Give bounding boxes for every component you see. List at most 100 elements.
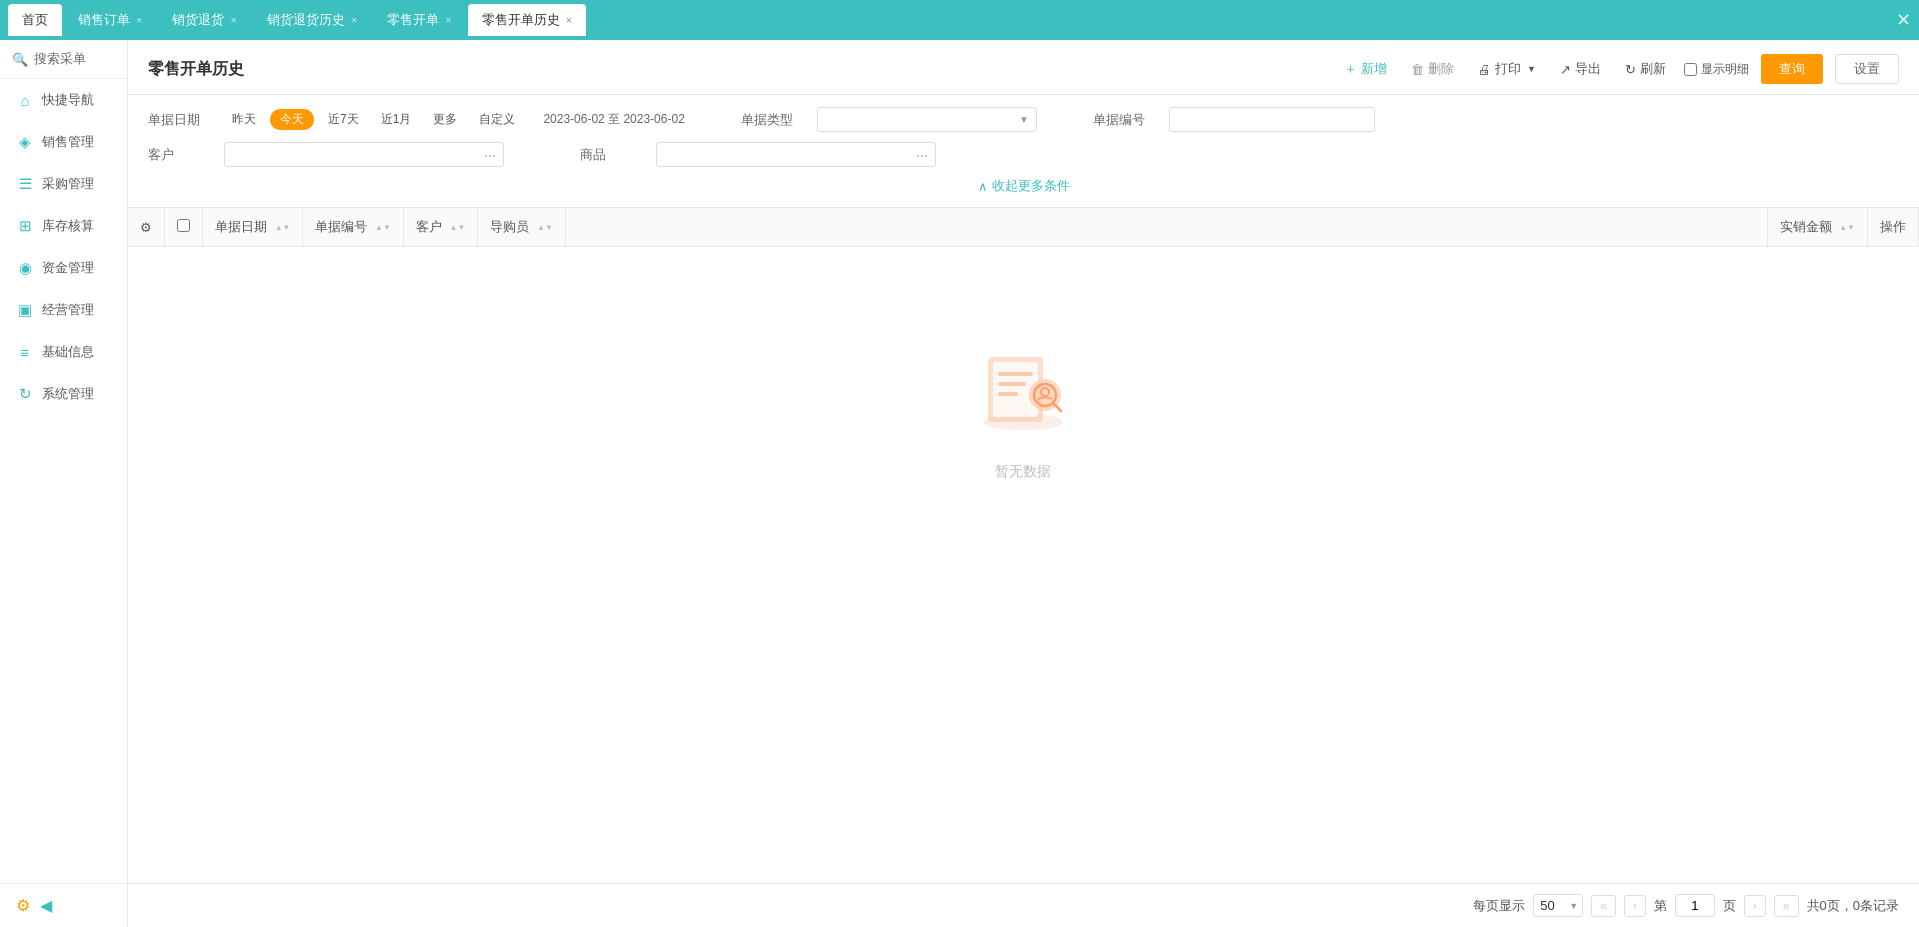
th-amount-sort-icon[interactable]: ▲▼ xyxy=(1839,223,1855,232)
th-customer-sort-icon[interactable]: ▲▼ xyxy=(450,223,466,232)
toolbar-actions: ＋ 新增 🗑 删除 🖨 打印 ▼ ↗ 导出 ↻ 刷新 xyxy=(1338,54,1899,84)
add-button[interactable]: ＋ 新增 xyxy=(1338,56,1393,82)
tab-retail-open-history-close[interactable]: × xyxy=(566,14,572,26)
display-detail-checkbox-label[interactable]: 显示明细 xyxy=(1684,61,1749,78)
sidebar-search[interactable]: 🔍 搜索采单 xyxy=(0,40,127,79)
th-guide-sort-icon[interactable]: ▲▼ xyxy=(537,223,553,232)
date-option-yesterday[interactable]: 昨天 xyxy=(224,109,264,130)
display-detail-checkbox[interactable] xyxy=(1684,63,1697,76)
tab-sales-return-label: 销货退货 xyxy=(172,11,224,29)
data-table: ⚙ 单据日期 ▲▼ 单据编号 ▲▼ 客户 xyxy=(128,208,1919,561)
filter-date-options: 昨天 今天 近7天 近1月 更多 自定义 xyxy=(224,109,523,130)
th-date-sort-icon[interactable]: ▲▼ xyxy=(275,223,291,232)
refresh-icon: ↻ xyxy=(1625,62,1636,77)
add-icon: ＋ xyxy=(1344,60,1357,78)
sidebar-search-label: 搜索采单 xyxy=(34,50,86,68)
sidebar: 🔍 搜索采单 ⌂ 快捷导航 ◈ 销售管理 ☰ 采购管理 ⊞ 库存核算 ◉ 资金管… xyxy=(0,40,128,927)
per-page-select[interactable]: 50 10 20 100 xyxy=(1533,894,1583,917)
sidebar-item-finance[interactable]: ◉ 资金管理 xyxy=(0,247,127,289)
type-select[interactable] xyxy=(817,107,1037,132)
sidebar-item-sales-mgmt[interactable]: ◈ 销售管理 xyxy=(0,121,127,163)
collapse-filter-button[interactable]: ∧ 收起更多条件 xyxy=(978,177,1070,195)
sidebar-item-basic-info[interactable]: ≡ 基础信息 xyxy=(0,331,127,373)
date-option-custom[interactable]: 自定义 xyxy=(471,109,523,130)
th-guide-label: 导购员 xyxy=(490,219,529,234)
export-icon: ↗ xyxy=(1560,62,1571,77)
print-button[interactable]: 🖨 打印 ▼ xyxy=(1472,56,1542,82)
basic-info-icon: ≡ xyxy=(16,344,34,361)
tab-home[interactable]: 首页 xyxy=(8,4,62,36)
first-page-button[interactable]: « xyxy=(1591,895,1616,917)
sidebar-item-inventory-label: 库存核算 xyxy=(42,217,94,235)
sidebar-item-purchase-mgmt[interactable]: ☰ 采购管理 xyxy=(0,163,127,205)
th-number-label: 单据编号 xyxy=(315,219,367,234)
page-input[interactable] xyxy=(1675,894,1715,917)
th-amount: 实销金额 ▲▼ xyxy=(1767,208,1867,247)
sidebar-item-quick-nav[interactable]: ⌂ 快捷导航 xyxy=(0,79,127,121)
th-action-label: 操作 xyxy=(1880,219,1906,234)
window-close-icon[interactable]: ✕ xyxy=(1896,9,1911,31)
refresh-label: 刷新 xyxy=(1640,60,1666,78)
tab-sales-order-close[interactable]: × xyxy=(136,14,142,26)
tab-sales-return[interactable]: 销货退货 × xyxy=(158,4,250,36)
setting-button[interactable]: 设置 xyxy=(1835,54,1899,84)
th-guide: 导购员 ▲▼ xyxy=(478,208,565,247)
page-header: 零售开单历史 ＋ 新增 🗑 删除 🖨 打印 ▼ ↗ 导出 xyxy=(128,40,1919,95)
operations-icon: ▣ xyxy=(16,301,34,319)
th-settings[interactable]: ⚙ xyxy=(128,208,165,247)
sidebar-item-operations[interactable]: ▣ 经营管理 xyxy=(0,289,127,331)
prev-page-button[interactable]: ‹ xyxy=(1624,895,1646,917)
product-input[interactable] xyxy=(656,142,936,167)
tab-sales-order[interactable]: 销售订单 × xyxy=(64,4,156,36)
per-page-select-wrap: 50 10 20 100 ▼ xyxy=(1533,894,1583,917)
per-page-label: 每页显示 xyxy=(1473,897,1525,915)
export-button[interactable]: ↗ 导出 xyxy=(1554,56,1607,82)
next-page-button[interactable]: › xyxy=(1744,895,1766,917)
table-header: ⚙ 单据日期 ▲▼ 单据编号 ▲▼ 客户 xyxy=(128,208,1919,247)
sales-icon: ◈ xyxy=(16,133,34,151)
tab-retail-open[interactable]: 零售开单 × xyxy=(373,4,465,36)
svg-rect-4 xyxy=(998,382,1026,386)
date-option-today[interactable]: 今天 xyxy=(270,109,314,130)
tab-sales-return-history[interactable]: 销货退货历史 × xyxy=(253,4,371,36)
customer-ellipsis-icon[interactable]: ··· xyxy=(484,147,496,163)
sidebar-item-system[interactable]: ↻ 系统管理 xyxy=(0,373,127,415)
th-customer: 客户 ▲▼ xyxy=(403,208,477,247)
inventory-icon: ⊞ xyxy=(16,217,34,235)
number-input[interactable] xyxy=(1169,107,1375,132)
page-title: 零售开单历史 xyxy=(148,59,244,80)
settings-bottom-icon[interactable]: ⚙ xyxy=(16,896,30,915)
collapse-up-icon: ∧ xyxy=(978,179,988,194)
date-option-1month[interactable]: 近1月 xyxy=(373,109,420,130)
date-option-7days[interactable]: 近7天 xyxy=(320,109,367,130)
delete-button[interactable]: 🗑 删除 xyxy=(1405,56,1460,82)
tab-retail-open-close[interactable]: × xyxy=(445,14,451,26)
tab-sales-return-close[interactable]: × xyxy=(230,14,236,26)
sidebar-item-inventory[interactable]: ⊞ 库存核算 xyxy=(0,205,127,247)
type-select-wrap: ▼ xyxy=(817,107,1037,132)
tab-retail-open-history[interactable]: 零售开单历史 × xyxy=(468,4,586,36)
add-label: 新增 xyxy=(1361,60,1387,78)
collapse-sidebar-icon[interactable]: ◀ xyxy=(40,896,52,915)
total-pages-label: 页 xyxy=(1723,897,1736,915)
customer-input[interactable] xyxy=(224,142,504,167)
print-icon: 🖨 xyxy=(1478,62,1491,77)
date-option-more[interactable]: 更多 xyxy=(425,109,465,130)
product-ellipsis-icon[interactable]: ··· xyxy=(916,147,928,163)
tab-sales-order-label: 销售订单 xyxy=(78,11,130,29)
svg-rect-5 xyxy=(998,392,1018,396)
th-number: 单据编号 ▲▼ xyxy=(303,208,403,247)
select-all-checkbox[interactable] xyxy=(177,219,190,232)
th-amount-label: 实销金额 xyxy=(1780,219,1832,234)
empty-illustration xyxy=(963,327,1083,447)
th-date-label: 单据日期 xyxy=(215,219,267,234)
tab-sales-return-history-close[interactable]: × xyxy=(351,14,357,26)
refresh-button[interactable]: ↻ 刷新 xyxy=(1619,56,1672,82)
sidebar-item-purchase-mgmt-label: 采购管理 xyxy=(42,175,94,193)
th-checkbox[interactable] xyxy=(165,208,203,247)
query-button[interactable]: 查询 xyxy=(1761,54,1823,84)
last-page-button[interactable]: » xyxy=(1774,895,1799,917)
tab-bar: 首页 销售订单 × 销货退货 × 销货退货历史 × 零售开单 × 零售开单历史 … xyxy=(0,0,1919,40)
th-number-sort-icon[interactable]: ▲▼ xyxy=(375,223,391,232)
sidebar-item-sales-mgmt-label: 销售管理 xyxy=(42,133,94,151)
